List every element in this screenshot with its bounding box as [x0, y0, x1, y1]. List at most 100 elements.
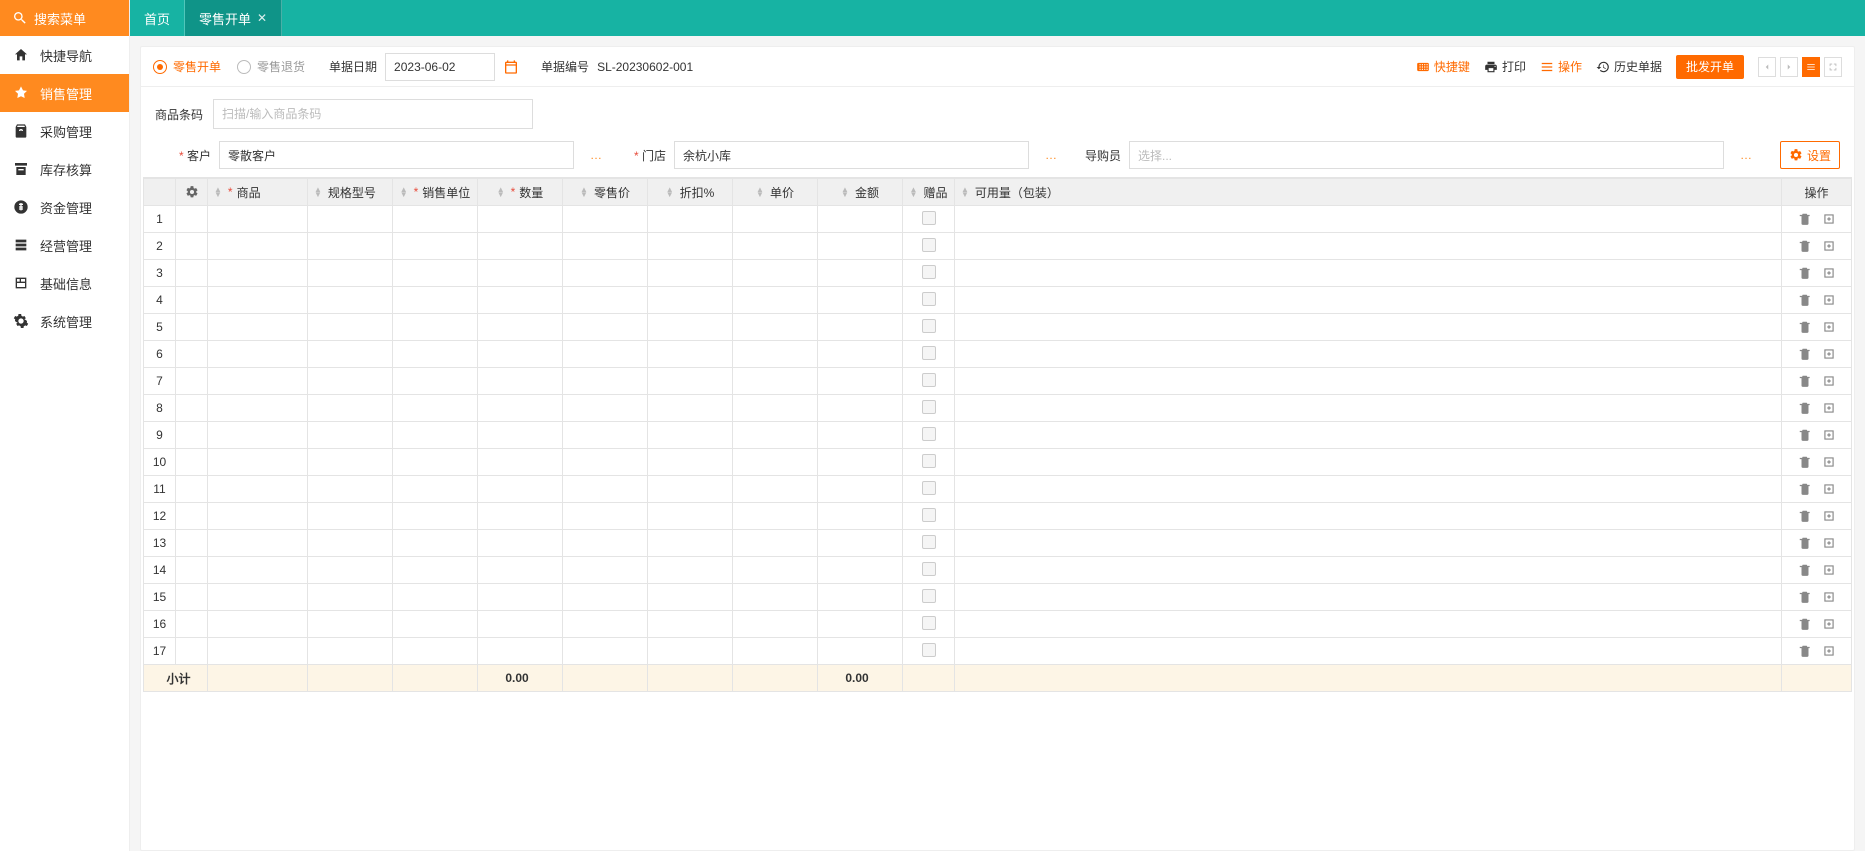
cell-price[interactable]	[733, 341, 818, 368]
cell-price[interactable]	[733, 476, 818, 503]
add-row-icon[interactable]	[1822, 401, 1836, 415]
cell-amount[interactable]	[818, 530, 903, 557]
cell-unit[interactable]	[393, 233, 478, 260]
cell-available[interactable]	[955, 287, 1782, 314]
cell-unit[interactable]	[393, 476, 478, 503]
delete-icon[interactable]	[1798, 212, 1812, 226]
gift-checkbox[interactable]	[922, 643, 936, 657]
gift-checkbox[interactable]	[922, 562, 936, 576]
cell-price[interactable]	[733, 287, 818, 314]
cell-gift[interactable]	[903, 395, 955, 422]
cell-gift[interactable]	[903, 638, 955, 665]
cell-price[interactable]	[733, 260, 818, 287]
cell-retail[interactable]	[563, 314, 648, 341]
add-row-icon[interactable]	[1822, 293, 1836, 307]
cell-unit[interactable]	[393, 368, 478, 395]
batch-open-button[interactable]: 批发开单	[1676, 55, 1744, 79]
cell-product[interactable]	[208, 503, 308, 530]
cell-discount[interactable]	[648, 611, 733, 638]
table-row[interactable]: 11	[144, 476, 1852, 503]
cell-qty[interactable]	[478, 584, 563, 611]
cell-qty[interactable]	[478, 503, 563, 530]
gift-checkbox[interactable]	[922, 211, 936, 225]
sidebar-item-operate[interactable]: 经营管理	[0, 226, 129, 264]
sidebar-item-stock[interactable]: 库存核算	[0, 150, 129, 188]
cell-retail[interactable]	[563, 368, 648, 395]
add-row-icon[interactable]	[1822, 320, 1836, 334]
cell-gift[interactable]	[903, 422, 955, 449]
cell-unit[interactable]	[393, 503, 478, 530]
cell-discount[interactable]	[648, 368, 733, 395]
cell-product[interactable]	[208, 584, 308, 611]
add-row-icon[interactable]	[1822, 455, 1836, 469]
delete-icon[interactable]	[1798, 536, 1812, 550]
cell-unit[interactable]	[393, 530, 478, 557]
delete-icon[interactable]	[1798, 347, 1812, 361]
cell-qty[interactable]	[478, 341, 563, 368]
cell-unit[interactable]	[393, 287, 478, 314]
cell-price[interactable]	[733, 368, 818, 395]
add-row-icon[interactable]	[1822, 428, 1836, 442]
cell-amount[interactable]	[818, 584, 903, 611]
sidebar-item-system[interactable]: 系统管理	[0, 302, 129, 340]
cell-gift[interactable]	[903, 611, 955, 638]
cell-qty[interactable]	[478, 233, 563, 260]
radio-retail-return[interactable]: 零售退货	[237, 58, 305, 75]
cell-unit[interactable]	[393, 449, 478, 476]
cell-gift[interactable]	[903, 449, 955, 476]
cell-discount[interactable]	[648, 287, 733, 314]
cell-unit[interactable]	[393, 638, 478, 665]
cell-price[interactable]	[733, 530, 818, 557]
cell-price[interactable]	[733, 395, 818, 422]
gift-checkbox[interactable]	[922, 589, 936, 603]
cell-unit[interactable]	[393, 557, 478, 584]
delete-icon[interactable]	[1798, 239, 1812, 253]
cell-product[interactable]	[208, 638, 308, 665]
cell-gift[interactable]	[903, 206, 955, 233]
cell-retail[interactable]	[563, 260, 648, 287]
cell-spec[interactable]	[308, 530, 393, 557]
table-row[interactable]: 10	[144, 449, 1852, 476]
cell-price[interactable]	[733, 503, 818, 530]
cell-available[interactable]	[955, 206, 1782, 233]
tab-retail[interactable]: 零售开单✕	[185, 0, 282, 36]
cell-retail[interactable]	[563, 422, 648, 449]
col-retail[interactable]: 零售价	[563, 179, 648, 206]
add-row-icon[interactable]	[1822, 644, 1836, 658]
cell-price[interactable]	[733, 233, 818, 260]
gift-checkbox[interactable]	[922, 373, 936, 387]
cell-retail[interactable]	[563, 233, 648, 260]
cell-retail[interactable]	[563, 503, 648, 530]
cell-unit[interactable]	[393, 314, 478, 341]
customer-select[interactable]: 零散客户	[219, 141, 574, 169]
cell-qty[interactable]	[478, 206, 563, 233]
col-discount[interactable]: 折扣%	[648, 179, 733, 206]
cell-qty[interactable]	[478, 287, 563, 314]
cell-discount[interactable]	[648, 503, 733, 530]
salesman-select[interactable]: 选择...	[1129, 141, 1724, 169]
settings-button[interactable]: 设置	[1780, 141, 1840, 169]
cell-discount[interactable]	[648, 206, 733, 233]
cell-spec[interactable]	[308, 287, 393, 314]
salesman-lookup-button[interactable]: …	[1732, 148, 1760, 162]
cell-price[interactable]	[733, 422, 818, 449]
cell-product[interactable]	[208, 368, 308, 395]
cell-product[interactable]	[208, 422, 308, 449]
gift-checkbox[interactable]	[922, 346, 936, 360]
gift-checkbox[interactable]	[922, 481, 936, 495]
table-row[interactable]: 14	[144, 557, 1852, 584]
cell-spec[interactable]	[308, 584, 393, 611]
cell-discount[interactable]	[648, 557, 733, 584]
cell-discount[interactable]	[648, 314, 733, 341]
cell-discount[interactable]	[648, 422, 733, 449]
table-row[interactable]: 13	[144, 530, 1852, 557]
add-row-icon[interactable]	[1822, 266, 1836, 280]
table-row[interactable]: 5	[144, 314, 1852, 341]
add-row-icon[interactable]	[1822, 239, 1836, 253]
col-amount[interactable]: 金额	[818, 179, 903, 206]
table-row[interactable]: 3	[144, 260, 1852, 287]
history-button[interactable]: 历史单据	[1596, 58, 1662, 75]
cell-available[interactable]	[955, 557, 1782, 584]
cell-amount[interactable]	[818, 422, 903, 449]
gift-checkbox[interactable]	[922, 319, 936, 333]
